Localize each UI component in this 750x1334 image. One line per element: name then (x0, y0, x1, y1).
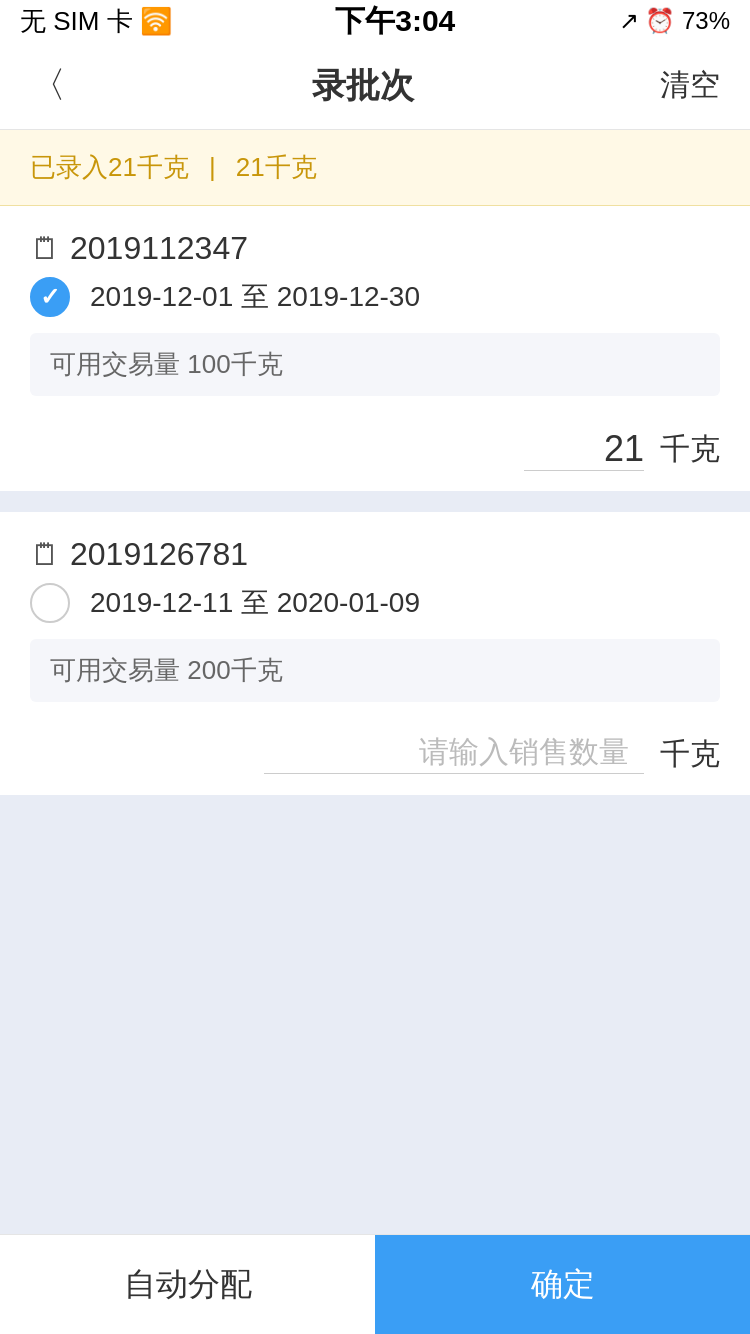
batch1-available: 可用交易量 100千克 (30, 333, 720, 396)
section-divider-1 (0, 492, 750, 512)
batch1-date-row[interactable]: 2019-12-01 至 2019-12-30 (0, 277, 750, 333)
batch-item-2: 🗒 2019126781 2019-12-11 至 2020-01-09 可用交… (0, 512, 750, 795)
batch2-date-row[interactable]: 2019-12-11 至 2020-01-09 (0, 583, 750, 639)
batch1-number: 2019112347 (70, 230, 248, 267)
total-label: 21千克 (236, 150, 317, 185)
summary-bar: 已录入21千克 | 21千克 (0, 130, 750, 206)
batch1-qty-underline: 21 (524, 428, 644, 471)
entered-label: 已录入21千克 (30, 150, 189, 185)
batch2-available: 可用交易量 200千克 (30, 639, 720, 702)
summary-divider: | (209, 152, 216, 183)
blue-area (0, 795, 750, 1275)
batch1-quantity-row: 21 千克 (0, 412, 750, 492)
signal-icons: ↗ ⏰ 73% (619, 7, 730, 35)
quantity-input[interactable] (264, 735, 644, 774)
batch2-unit: 千克 (660, 734, 720, 775)
batch1-header: 🗒 2019112347 (0, 206, 750, 277)
bottom-bar: 自动分配 确定 (0, 1234, 750, 1334)
sim-label: 无 SIM 卡 🛜 (20, 4, 172, 39)
batch2-date: 2019-12-11 至 2020-01-09 (90, 584, 420, 622)
batch1-icon: 🗒 (30, 232, 60, 266)
batch1-date: 2019-12-01 至 2019-12-30 (90, 278, 420, 316)
batch2-input-row[interactable]: 千克 (0, 718, 750, 795)
nav-bar: 〈 录批次 清空 (0, 42, 750, 130)
batch-item-1: 🗒 2019112347 2019-12-01 至 2019-12-30 可用交… (0, 206, 750, 492)
batch2-number: 2019126781 (70, 536, 248, 573)
status-time: 下午3:04 (335, 1, 455, 42)
confirm-button[interactable]: 确定 (375, 1235, 750, 1334)
clear-button[interactable]: 清空 (660, 65, 720, 106)
status-bar: 无 SIM 卡 🛜 下午3:04 ↗ ⏰ 73% (0, 0, 750, 42)
page-title: 录批次 (312, 63, 414, 109)
batch2-icon: 🗒 (30, 538, 60, 572)
batch2-radio[interactable] (30, 583, 70, 623)
auto-distribute-button[interactable]: 自动分配 (0, 1235, 375, 1334)
back-button[interactable]: 〈 (30, 61, 66, 110)
batch1-radio[interactable] (30, 277, 70, 317)
status-left: 无 SIM 卡 🛜 (20, 4, 172, 39)
batch2-header: 🗒 2019126781 (0, 512, 750, 583)
batch1-quantity-unit: 千克 (660, 429, 720, 470)
batch1-quantity-value: 21 (604, 428, 644, 469)
status-right: ↗ ⏰ 73% (619, 7, 730, 35)
